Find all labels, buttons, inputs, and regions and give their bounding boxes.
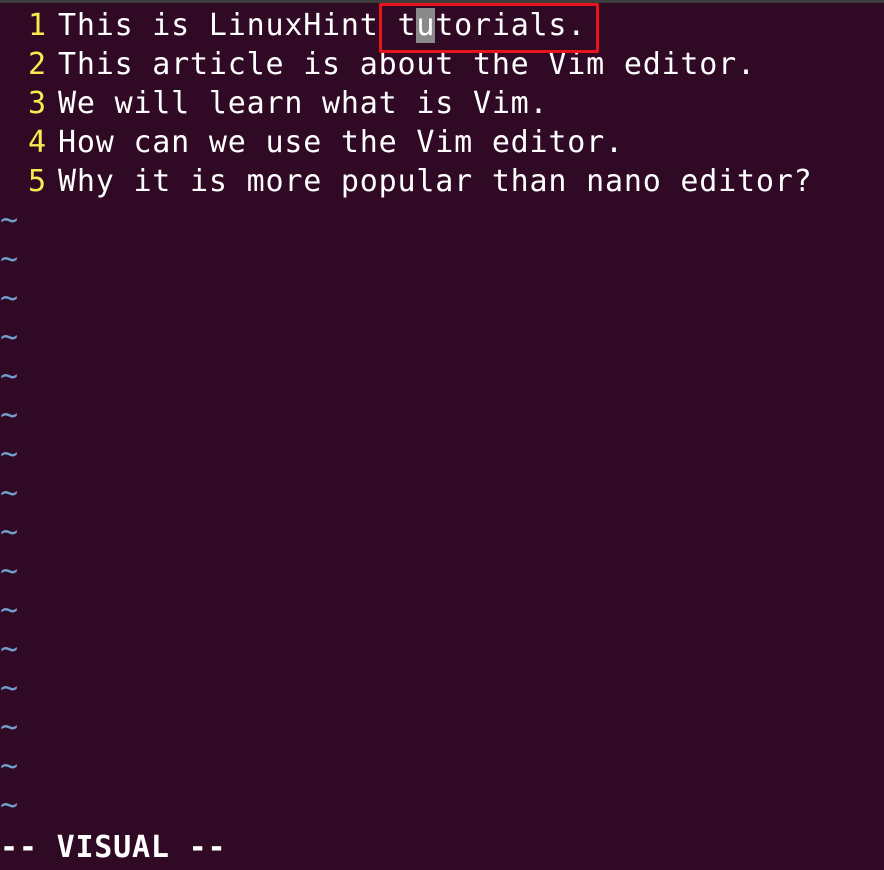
buffer-line-3[interactable]: 3 We will learn what is Vim.: [0, 84, 884, 123]
buffer-line-1[interactable]: 1 This is LinuxHint tutorials.: [0, 6, 884, 45]
line-text-before-cursor: This is LinuxHint t: [58, 8, 417, 43]
window-top-border: [0, 0, 884, 3]
line-number: 3: [27, 86, 46, 121]
line-text: We will learn what is Vim.: [58, 86, 549, 121]
line-number: 1: [27, 8, 46, 43]
line-text: Why it is more popular than nano editor?: [58, 164, 813, 199]
buffer-line-2[interactable]: 2 This article is about the Vim editor.: [0, 45, 884, 84]
line-text-after-cursor: torials.: [435, 8, 587, 43]
buffer-line-5[interactable]: 5 Why it is more popular than nano editor…: [0, 162, 884, 201]
tilde-empty-line: ~: [0, 788, 19, 823]
tilde-empty-line: ~: [0, 515, 19, 550]
text-cursor: u: [416, 8, 436, 43]
tilde-empty-line: ~: [0, 710, 19, 745]
mode-indicator: -- VISUAL --: [0, 830, 227, 865]
tilde-empty-line: ~: [0, 671, 19, 706]
tilde-empty-line: ~: [0, 437, 19, 472]
line-number: 4: [27, 125, 46, 160]
tilde-empty-line: ~: [0, 398, 19, 433]
tilde-empty-line: ~: [0, 749, 19, 784]
line-text: This is LinuxHint tutorials.: [58, 8, 586, 43]
tilde-empty-line: ~: [0, 476, 19, 511]
tilde-empty-line: ~: [0, 359, 19, 394]
line-text: How can we use the Vim editor.: [58, 125, 624, 160]
tilde-empty-line: ~: [0, 320, 19, 355]
empty-line-markers: ~ ~ ~ ~ ~ ~ ~ ~ ~ ~ ~ ~ ~ ~ ~ ~: [0, 201, 884, 825]
vim-editor-buffer[interactable]: 1 This is LinuxHint tutorials. 2 This arti…: [0, 6, 884, 825]
tilde-empty-line: ~: [0, 593, 19, 628]
tilde-empty-line: ~: [0, 203, 19, 238]
line-number: 2: [27, 47, 46, 82]
tilde-empty-line: ~: [0, 281, 19, 316]
tilde-empty-line: ~: [0, 632, 19, 667]
line-text: This article is about the Vim editor.: [58, 47, 756, 82]
tilde-empty-line: ~: [0, 554, 19, 589]
line-number: 5: [27, 164, 46, 199]
buffer-line-4[interactable]: 4 How can we use the Vim editor.: [0, 123, 884, 162]
tilde-empty-line: ~: [0, 242, 19, 277]
